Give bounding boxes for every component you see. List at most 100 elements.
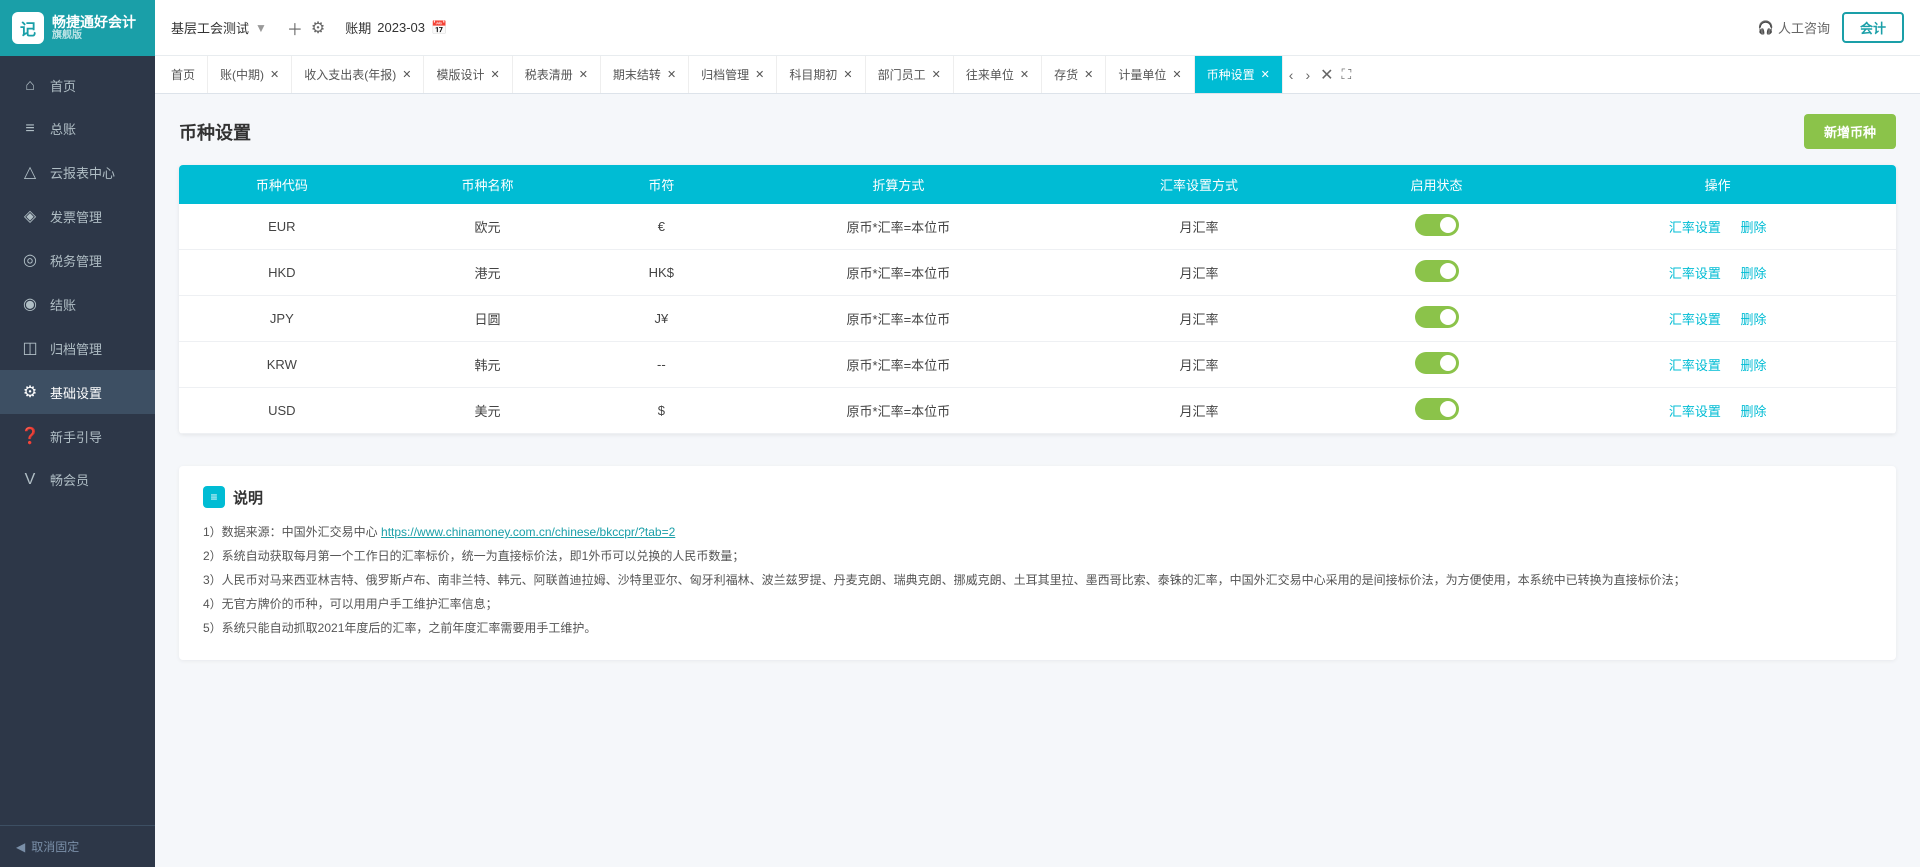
tab-inventory[interactable]: 存货 ✕	[1042, 56, 1106, 94]
delete-link[interactable]: 删除	[1741, 266, 1767, 281]
close-icon[interactable]: ✕	[270, 68, 279, 81]
rate-settings-link[interactable]: 汇率设置	[1669, 312, 1721, 327]
close-all-tabs-btn[interactable]: ✕	[1316, 65, 1337, 85]
sidebar-item-reports[interactable]: △ 云报表中心	[0, 150, 155, 194]
col-status: 启用状态	[1334, 165, 1540, 204]
close-icon[interactable]: ✕	[579, 68, 588, 81]
cell-status	[1334, 296, 1540, 342]
tab-prev-btn[interactable]: ‹	[1283, 56, 1300, 94]
add-project-btn[interactable]: ＋	[287, 16, 303, 40]
close-icon[interactable]: ✕	[1261, 68, 1270, 81]
chevron-down-icon: ▼	[255, 21, 267, 35]
tab-period[interactable]: 账(中期) ✕	[208, 56, 292, 94]
rate-settings-link[interactable]: 汇率设置	[1669, 404, 1721, 419]
notice-item: 5）系统只能自动抓取2021年度后的汇率，之前年度汇率需要用手工维护。	[203, 616, 1872, 640]
tab-template[interactable]: 模版设计 ✕	[424, 56, 512, 94]
rate-settings-link[interactable]: 汇率设置	[1669, 266, 1721, 281]
delete-link[interactable]: 删除	[1741, 312, 1767, 327]
sidebar-logo: 记 畅捷通好会计 旗舰版	[0, 0, 155, 56]
tab-dept[interactable]: 部门员工 ✕	[866, 56, 954, 94]
tab-period-end[interactable]: 期末结转 ✕	[601, 56, 689, 94]
enable-toggle[interactable]	[1415, 352, 1459, 374]
sidebar-item-ledger[interactable]: ≡ 总账	[0, 107, 155, 150]
delete-link[interactable]: 删除	[1741, 358, 1767, 373]
project-selector[interactable]: 基层工会测试 ▼	[171, 18, 267, 37]
cell-symbol: HK$	[590, 250, 732, 296]
cell-name: 韩元	[385, 342, 591, 388]
close-icon[interactable]: ✕	[402, 68, 411, 81]
tab-next-btn[interactable]: ›	[1299, 56, 1316, 94]
settings-btn[interactable]: ⚙	[311, 18, 325, 38]
cell-status	[1334, 342, 1540, 388]
close-icon[interactable]: ✕	[755, 68, 764, 81]
close-icon[interactable]: ✕	[843, 68, 852, 81]
tab-unit-label: 计量单位	[1118, 66, 1166, 83]
sidebar-item-settings[interactable]: ⚙ 基础设置	[0, 370, 155, 414]
page-title-text: 币种设置	[179, 119, 251, 145]
tab-unit[interactable]: 计量单位 ✕	[1106, 56, 1194, 94]
sidebar-item-home[interactable]: ⌂ 首页	[0, 64, 155, 107]
sidebar-item-label: 云报表中心	[50, 163, 115, 182]
close-icon[interactable]: ✕	[932, 68, 941, 81]
currency-table: 币种代码 币种名称 币符 折算方式 汇率设置方式 启用状态 操作 EUR 欧元 …	[179, 165, 1896, 434]
cell-rate-type: 月汇率	[1064, 342, 1333, 388]
cell-calc: 原币*汇率=本位币	[732, 342, 1064, 388]
help-label: 人工咨询	[1778, 18, 1830, 37]
expand-btn[interactable]: ⛶	[1338, 66, 1356, 83]
account-role-btn[interactable]: 会计	[1842, 12, 1904, 43]
sidebar-item-invoice[interactable]: ◈ 发票管理	[0, 194, 155, 238]
tab-home[interactable]: 首页	[159, 56, 208, 94]
sidebar-collapse-btn[interactable]: ◀ 取消固定	[0, 825, 155, 867]
notice-title: ≡ 说明	[203, 486, 1872, 508]
close-icon[interactable]: ✕	[1020, 68, 1029, 81]
enable-toggle[interactable]	[1415, 306, 1459, 328]
help-button[interactable]: 🎧 人工咨询	[1758, 18, 1830, 37]
sidebar-item-member[interactable]: V 畅会员	[0, 458, 155, 501]
tab-income[interactable]: 收入支出表(年报) ✕	[292, 56, 424, 94]
enable-toggle[interactable]	[1415, 260, 1459, 282]
sidebar-item-checkout[interactable]: ◉ 结账	[0, 282, 155, 326]
close-icon[interactable]: ✕	[667, 68, 676, 81]
period-selector[interactable]: 账期 2023-03 📅	[345, 18, 447, 37]
checkout-icon: ◉	[20, 294, 40, 314]
tab-period-label: 账(中期)	[220, 66, 264, 83]
sidebar-item-label: 发票管理	[50, 207, 102, 226]
tab-currency[interactable]: 币种设置 ✕	[1195, 56, 1283, 94]
collapse-label: 取消固定	[31, 838, 79, 855]
cell-rate-type: 月汇率	[1064, 296, 1333, 342]
sidebar-item-archive[interactable]: ◫ 归档管理	[0, 326, 155, 370]
cell-action: 汇率设置 删除	[1539, 296, 1896, 342]
sidebar-item-guide[interactable]: ❓ 新手引导	[0, 414, 155, 458]
tab-tax[interactable]: 税表清册 ✕	[513, 56, 601, 94]
rate-settings-link[interactable]: 汇率设置	[1669, 220, 1721, 235]
close-icon[interactable]: ✕	[490, 68, 499, 81]
home-icon: ⌂	[20, 77, 40, 95]
new-currency-btn[interactable]: 新增币种	[1804, 114, 1896, 149]
sidebar-item-tax[interactable]: ◎ 税务管理	[0, 238, 155, 282]
cell-code: USD	[179, 388, 385, 434]
table-row: HKD 港元 HK$ 原币*汇率=本位币 月汇率 汇率设置 删除	[179, 250, 1896, 296]
cell-code: HKD	[179, 250, 385, 296]
tab-partners[interactable]: 往来单位 ✕	[954, 56, 1042, 94]
cell-rate-type: 月汇率	[1064, 388, 1333, 434]
col-name: 币种名称	[385, 165, 591, 204]
topbar: 基层工会测试 ▼ ＋ ⚙ 账期 2023-03 📅 🎧 人工咨询 会计	[155, 0, 1920, 56]
topbar-right: 🎧 人工咨询 会计	[1758, 12, 1904, 43]
delete-link[interactable]: 删除	[1741, 220, 1767, 235]
tab-archive[interactable]: 归档管理 ✕	[689, 56, 777, 94]
period-label: 账期	[345, 18, 371, 37]
close-icon[interactable]: ✕	[1172, 68, 1181, 81]
rate-settings-link[interactable]: 汇率设置	[1669, 358, 1721, 373]
cell-symbol: $	[590, 388, 732, 434]
col-code: 币种代码	[179, 165, 385, 204]
tab-subject[interactable]: 科目期初 ✕	[777, 56, 865, 94]
close-icon[interactable]: ✕	[1084, 68, 1093, 81]
tab-bar: 首页 账(中期) ✕ 收入支出表(年报) ✕ 模版设计 ✕ 税表清册 ✕ 期末结…	[155, 56, 1920, 94]
enable-toggle[interactable]	[1415, 214, 1459, 236]
cell-status	[1334, 250, 1540, 296]
external-link[interactable]: https://www.chinamoney.com.cn/chinese/bk…	[381, 525, 675, 539]
cell-calc: 原币*汇率=本位币	[732, 296, 1064, 342]
delete-link[interactable]: 删除	[1741, 404, 1767, 419]
enable-toggle[interactable]	[1415, 398, 1459, 420]
cell-status	[1334, 204, 1540, 250]
